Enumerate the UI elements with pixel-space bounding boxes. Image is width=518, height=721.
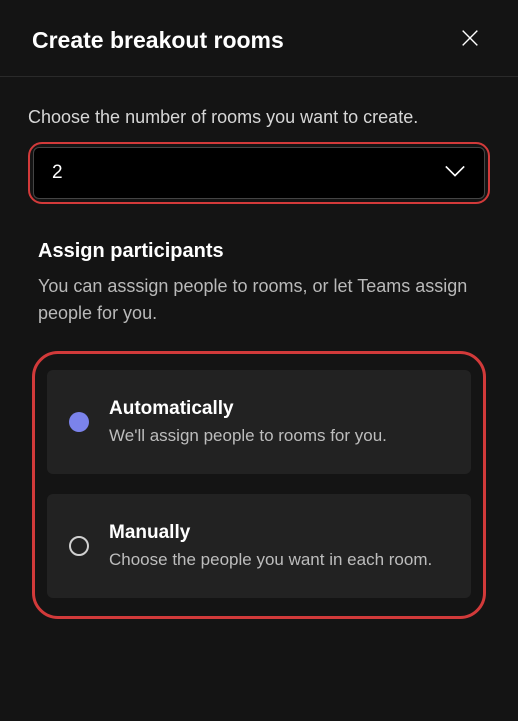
- dialog-title: Create breakout rooms: [32, 27, 284, 54]
- assign-title: Assign participants: [38, 240, 480, 263]
- dialog-header: Create breakout rooms: [0, 0, 518, 77]
- room-count-label: Choose the number of rooms you want to c…: [28, 107, 490, 128]
- close-icon: [459, 27, 481, 54]
- option-title: Manually: [109, 522, 451, 544]
- option-title: Automatically: [109, 398, 451, 420]
- option-description: We'll assign people to rooms for you.: [109, 426, 451, 446]
- assign-options-highlight: Automatically We'll assign people to roo…: [32, 351, 486, 619]
- assign-section: Assign participants You can asssign peop…: [28, 240, 490, 619]
- chevron-down-icon: [444, 164, 466, 183]
- room-count-select[interactable]: 2: [33, 147, 485, 199]
- room-count-value: 2: [52, 162, 63, 184]
- dialog-content: Choose the number of rooms you want to c…: [0, 77, 518, 619]
- radio-unselected-icon: [69, 536, 89, 556]
- option-text: Manually Choose the people you want in e…: [109, 522, 451, 570]
- option-description: Choose the people you want in each room.: [109, 550, 451, 570]
- option-manually[interactable]: Manually Choose the people you want in e…: [47, 494, 471, 598]
- option-text: Automatically We'll assign people to roo…: [109, 398, 451, 446]
- close-button[interactable]: [454, 24, 486, 56]
- radio-selected-icon: [69, 412, 89, 432]
- option-automatically[interactable]: Automatically We'll assign people to roo…: [47, 370, 471, 474]
- room-count-highlight: 2: [28, 142, 490, 204]
- assign-description: You can asssign people to rooms, or let …: [38, 273, 480, 327]
